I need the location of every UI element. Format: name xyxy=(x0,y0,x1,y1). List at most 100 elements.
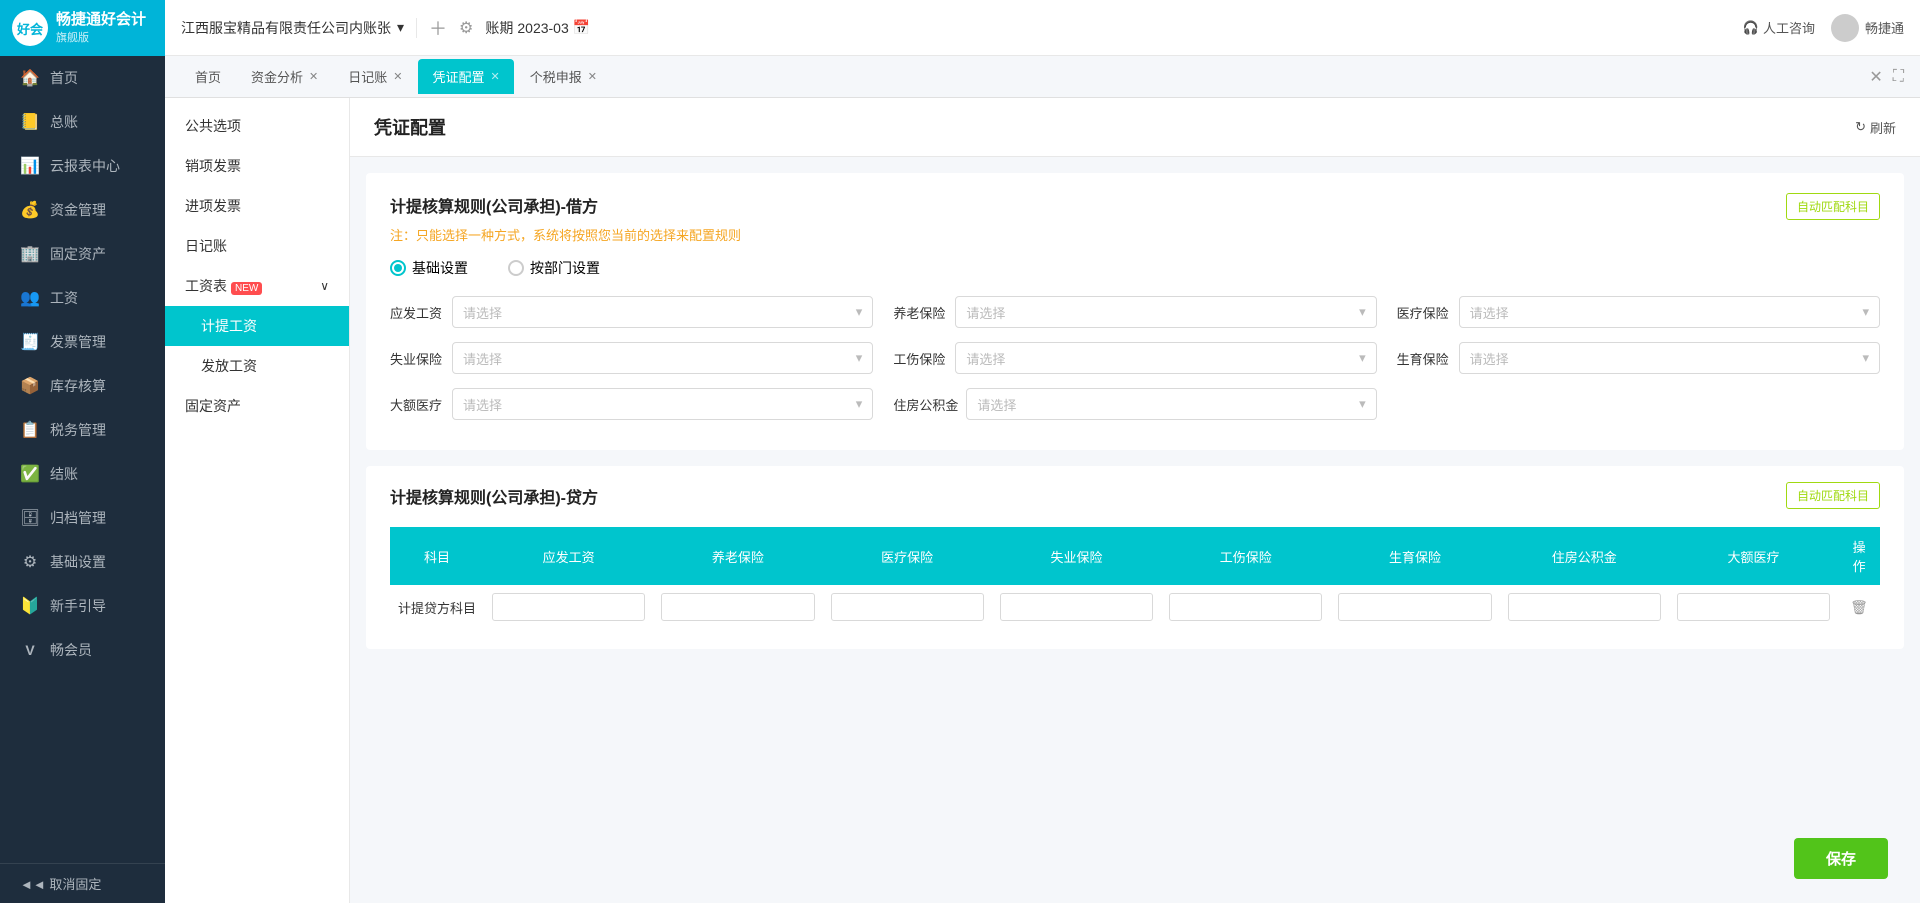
input-gongjijin[interactable] xyxy=(1508,593,1661,621)
radio-basic-label: 基础设置 xyxy=(412,258,468,278)
menu-item-payroll[interactable]: 发放工资 xyxy=(165,346,349,386)
input-shiye[interactable] xyxy=(1000,593,1153,621)
period-selector[interactable]: 账期 2023-03 📅 xyxy=(485,18,590,38)
sidebar-item-vip[interactable]: V 畅会员 xyxy=(0,628,165,672)
sidebar-item-invoice[interactable]: 🧾 发票管理 xyxy=(0,320,165,364)
td-yiliao-input[interactable] xyxy=(823,585,992,629)
select-yiliao[interactable]: 请选择 ▾ xyxy=(1459,296,1880,328)
tab-journal[interactable]: 日记账 ✕ xyxy=(334,59,416,94)
topbar-right: 🎧 人工咨询 畅捷通 xyxy=(1743,14,1904,42)
content-area: 公共选项 销项发票 进项发票 日记账 工资表NEW ∨ 计提工资 发放工资 xyxy=(165,98,1920,903)
td-gongshang-input[interactable] xyxy=(1161,585,1330,629)
auto-match-credit-button[interactable]: 自动匹配科目 xyxy=(1786,482,1880,509)
save-button[interactable]: 保存 xyxy=(1794,838,1888,879)
td-shiye-input[interactable] xyxy=(992,585,1161,629)
debit-section-title: 计提核算规则(公司承担)-借方 xyxy=(390,193,1786,217)
tab-funds[interactable]: 资金分析 ✕ xyxy=(237,59,332,94)
sidebar-item-checkout[interactable]: ✅ 结账 xyxy=(0,452,165,496)
company-selector[interactable]: 江西服宝精品有限责任公司内账张 ▾ xyxy=(181,18,404,38)
topbar-divider-1 xyxy=(416,18,417,38)
sidebar-item-settings[interactable]: ⚙ 基础设置 xyxy=(0,540,165,584)
select-daejiyiliao-placeholder: 请选择 xyxy=(463,395,502,414)
settings-button[interactable]: ⚙ xyxy=(459,18,473,38)
refresh-icon: ↻ xyxy=(1855,119,1866,135)
sidebar-item-archive[interactable]: 🗄 归档管理 xyxy=(0,496,165,540)
menu-label-salary-table: 工资表NEW xyxy=(185,276,262,296)
input-shengyu[interactable] xyxy=(1338,593,1491,621)
add-account-button[interactable]: ＋ xyxy=(429,15,447,41)
sidebar-label-inventory: 库存核算 xyxy=(50,376,106,396)
select-gongshang[interactable]: 请选择 ▾ xyxy=(955,342,1376,374)
select-gongshang-arrow: ▾ xyxy=(1359,350,1366,366)
sidebar-label-home: 首页 xyxy=(50,68,78,88)
select-gongjijin-arrow: ▾ xyxy=(1359,396,1366,412)
sidebar-label-settings: 基础设置 xyxy=(50,552,106,572)
sidebar-item-home[interactable]: 🏠 首页 xyxy=(0,56,165,100)
tab-close-all-icon[interactable]: ✕ xyxy=(1869,67,1882,87)
menu-item-sales[interactable]: 销项发票 xyxy=(165,146,349,186)
sidebar-label-funds: 资金管理 xyxy=(50,200,106,220)
td-gongjijin-input[interactable] xyxy=(1500,585,1669,629)
select-yingfa[interactable]: 请选择 ▾ xyxy=(452,296,873,328)
menu-item-purchase[interactable]: 进项发票 xyxy=(165,186,349,226)
td-shengyu-input[interactable] xyxy=(1330,585,1499,629)
field-gongshang: 工伤保险 请选择 ▾ xyxy=(893,342,1376,374)
radio-dept-circle xyxy=(508,260,524,276)
sidebar-item-funds[interactable]: 💰 资金管理 xyxy=(0,188,165,232)
td-yanglao-input[interactable] xyxy=(653,585,822,629)
tab-journal-label: 日记账 xyxy=(348,67,387,86)
page-title: 凭证配置 xyxy=(374,114,446,140)
sidebar-item-tax[interactable]: 📋 税务管理 xyxy=(0,408,165,452)
credit-table: 科目 应发工资 养老保险 医疗保险 失业保险 工伤保险 生育保险 住房公积金 大… xyxy=(390,527,1880,629)
delete-row-icon[interactable]: 🗑 xyxy=(1850,599,1868,615)
sidebar-item-salary[interactable]: 👥 工资 xyxy=(0,276,165,320)
th-shengyu: 生育保险 xyxy=(1330,527,1499,585)
tab-journal-close[interactable]: ✕ xyxy=(393,70,402,83)
tab-tax[interactable]: 个税申报 ✕ xyxy=(516,59,611,94)
sidebar-item-assets[interactable]: 🏢 固定资产 xyxy=(0,232,165,276)
td-daejiyiliao-input[interactable] xyxy=(1669,585,1838,629)
input-yiliao[interactable] xyxy=(831,593,984,621)
field-yiliao: 医疗保险 请选择 ▾ xyxy=(1397,296,1880,328)
menu-item-journal[interactable]: 日记账 xyxy=(165,226,349,266)
menu-item-public[interactable]: 公共选项 xyxy=(165,106,349,146)
input-yingfa[interactable] xyxy=(492,593,645,621)
tab-voucher[interactable]: 凭证配置 ✕ xyxy=(418,59,513,94)
select-daejiyiliao[interactable]: 请选择 ▾ xyxy=(452,388,873,420)
refresh-button[interactable]: ↻ 刷新 xyxy=(1855,118,1896,137)
menu-item-accrual[interactable]: 计提工资 xyxy=(165,306,349,346)
field-gongjijin: 住房公积金 请选择 ▾ xyxy=(893,388,1376,420)
service-button[interactable]: 🎧 人工咨询 xyxy=(1743,18,1815,37)
tab-voucher-close[interactable]: ✕ xyxy=(491,70,500,83)
input-yanglao[interactable] xyxy=(661,593,814,621)
topbar: 江西服宝精品有限责任公司内账张 ▾ ＋ ⚙ 账期 2023-03 📅 🎧 人工咨… xyxy=(165,0,1920,56)
tab-expand-icon[interactable]: ⛶ xyxy=(1893,68,1904,86)
salary-icon: 👥 xyxy=(20,288,40,308)
sidebar-item-ledger[interactable]: 📒 总账 xyxy=(0,100,165,144)
input-gongshang[interactable] xyxy=(1169,593,1322,621)
td-yingfa-input[interactable] xyxy=(484,585,653,629)
menu-item-salary-table[interactable]: 工资表NEW ∨ xyxy=(165,266,349,306)
select-yanglao[interactable]: 请选择 ▾ xyxy=(955,296,1376,328)
menu-item-fixed-assets[interactable]: 固定资产 xyxy=(165,386,349,426)
tab-home[interactable]: 首页 xyxy=(181,59,235,94)
radio-dept[interactable]: 按部门设置 xyxy=(508,258,600,278)
input-daejiyiliao[interactable] xyxy=(1677,593,1830,621)
unpin-button[interactable]: ◄◄ 取消固定 xyxy=(0,863,165,903)
sidebar-item-reports[interactable]: 📊 云报表中心 xyxy=(0,144,165,188)
select-shengyu[interactable]: 请选择 ▾ xyxy=(1459,342,1880,374)
tab-tax-close[interactable]: ✕ xyxy=(588,70,597,83)
select-shiye[interactable]: 请选择 ▾ xyxy=(452,342,873,374)
refresh-label: 刷新 xyxy=(1870,118,1896,137)
auto-match-debit-button[interactable]: 自动匹配科目 xyxy=(1786,193,1880,220)
tab-funds-close[interactable]: ✕ xyxy=(309,70,318,83)
debit-form-grid: 应发工资 请选择 ▾ 养老保险 请选择 ▾ 医疗 xyxy=(390,296,1880,420)
sidebar-item-inventory[interactable]: 📦 库存核算 xyxy=(0,364,165,408)
label-daejiyiliao: 大额医疗 xyxy=(390,395,444,414)
user-menu[interactable]: 畅捷通 xyxy=(1831,14,1904,42)
sidebar-item-guide[interactable]: 🔰 新手引导 xyxy=(0,584,165,628)
sidebar-label-archive: 归档管理 xyxy=(50,508,106,528)
company-dropdown-icon: ▾ xyxy=(397,19,404,36)
radio-basic[interactable]: 基础设置 xyxy=(390,258,468,278)
select-gongjijin[interactable]: 请选择 ▾ xyxy=(966,388,1376,420)
